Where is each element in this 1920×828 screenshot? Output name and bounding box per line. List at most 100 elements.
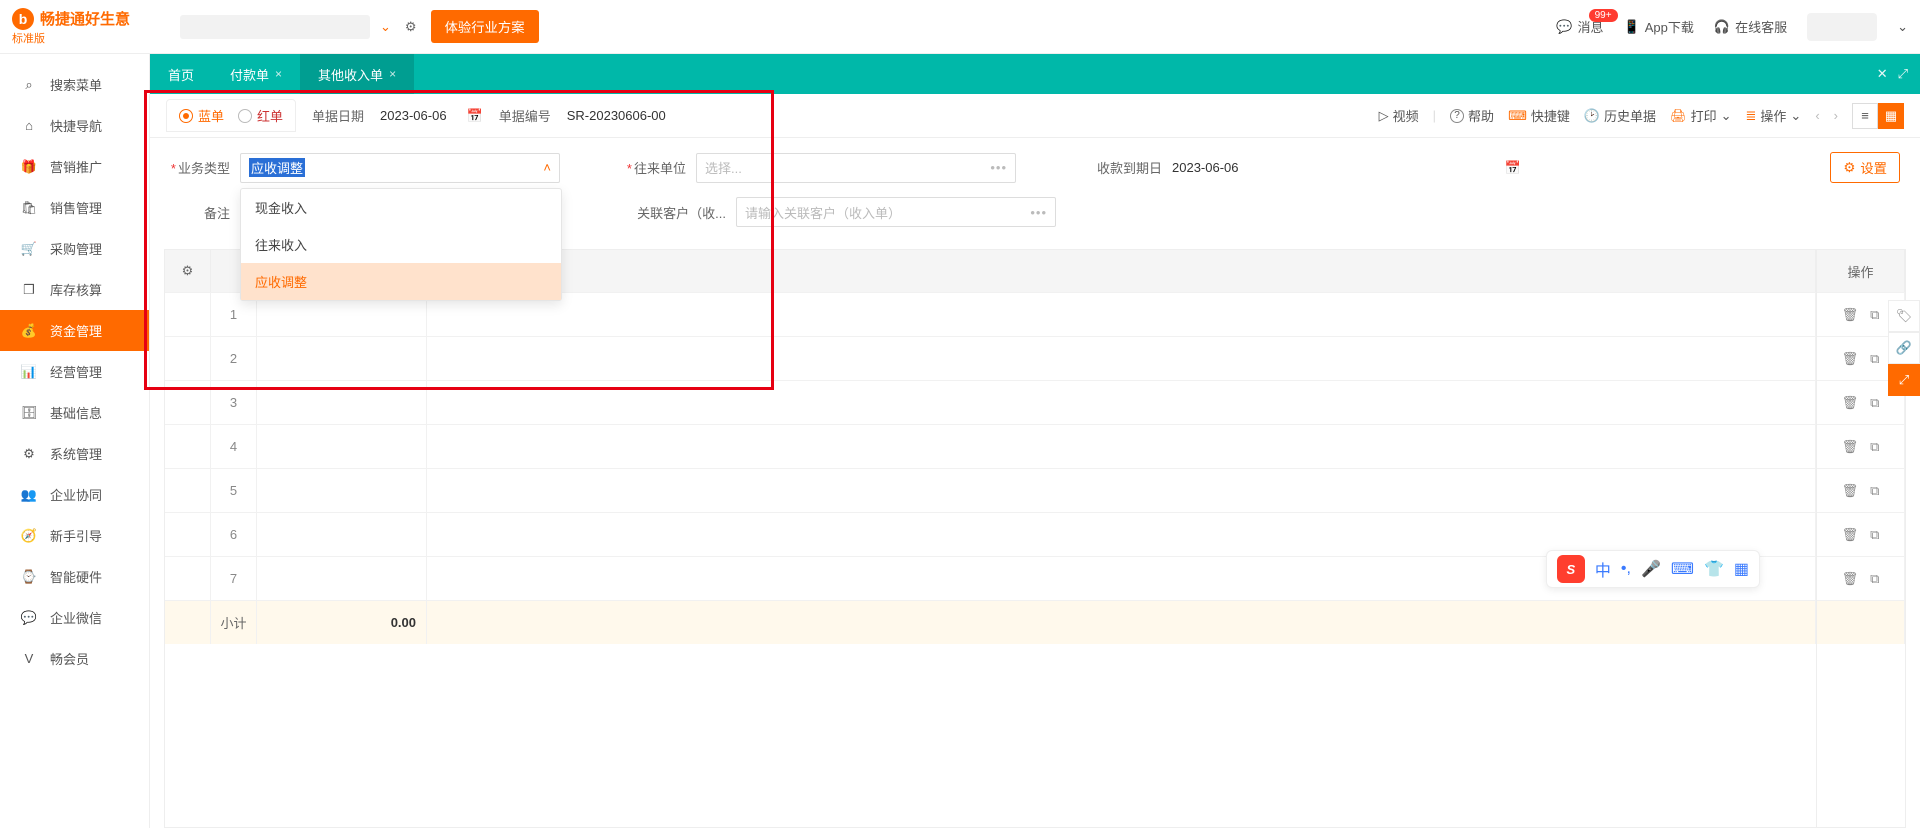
sidebar-item-label: 经营管理 (50, 362, 102, 381)
view-card-button[interactable]: ▦ (1878, 103, 1904, 129)
sidebar-item-label: 企业协同 (50, 485, 102, 504)
biz-type-value: 应收调整 (249, 158, 305, 177)
expand-icon[interactable]: ⤢ (1898, 66, 1908, 82)
table-row[interactable]: 3 (165, 380, 1816, 424)
ime-mic-icon[interactable]: 🎤 (1641, 559, 1661, 579)
copy-icon[interactable]: ⧉ (1870, 439, 1879, 455)
chevron-down-icon[interactable]: ⌄ (1897, 19, 1908, 35)
print-button[interactable]: 🖨打印⌄ (1670, 106, 1731, 125)
next-icon[interactable]: › (1834, 108, 1838, 123)
report-icon: 📊 (20, 364, 38, 380)
video-button[interactable]: ▷视频 (1379, 106, 1419, 125)
ime-lang-label[interactable]: 中 (1595, 557, 1611, 581)
copy-icon[interactable]: ⧉ (1870, 483, 1879, 499)
table-row[interactable]: 2 (165, 336, 1816, 380)
copy-icon[interactable]: ⧉ (1870, 351, 1879, 367)
wechat-icon: 💬 (20, 610, 38, 626)
close-icon[interactable]: × (389, 67, 396, 81)
industry-cta-button[interactable]: 体验行业方案 (431, 10, 539, 43)
operations-button[interactable]: ≣操作⌄ (1745, 106, 1801, 125)
rail-link-button[interactable]: 🔗 (1888, 332, 1920, 364)
dropdown-option-ar[interactable]: 往来收入 (241, 226, 561, 263)
sidebar-item-box[interactable]: ❒库存核算 (0, 269, 149, 310)
delete-icon[interactable]: 🗑 (1842, 571, 1859, 587)
sidebar-item-gear[interactable]: ⚙系统管理 (0, 433, 149, 474)
copy-icon[interactable]: ⧉ (1870, 307, 1879, 323)
rail-tag-button[interactable]: 🏷 (1888, 300, 1920, 332)
sidebar-item-search[interactable]: ⌕搜索菜单 (0, 64, 149, 105)
gear-icon[interactable]: ⚙ (405, 19, 417, 35)
ops-label: 操作 (1760, 106, 1786, 125)
sidebar-item-wechat[interactable]: 💬企业微信 (0, 597, 149, 638)
copy-icon[interactable]: ⧉ (1870, 571, 1879, 587)
ime-keyboard-icon[interactable]: ⌨ (1671, 559, 1694, 579)
copy-icon[interactable]: ⧉ (1870, 395, 1879, 411)
calendar-icon[interactable]: 📅 (1505, 160, 1521, 176)
sidebar-item-vip[interactable]: V畅会员 (0, 638, 149, 679)
delete-icon[interactable]: 🗑 (1842, 483, 1859, 499)
grid-settings-button[interactable]: ⚙ (165, 250, 211, 292)
close-icon[interactable]: ✕ (1877, 66, 1888, 82)
table-row[interactable]: 5 (165, 468, 1816, 512)
row-cell[interactable] (257, 337, 427, 380)
delete-icon[interactable]: 🗑 (1842, 527, 1859, 543)
brand-logo[interactable]: b 畅捷通好生意 标准版 (12, 8, 152, 46)
row-cell[interactable] (257, 513, 427, 556)
partner-select[interactable]: 选择... ••• (696, 153, 1016, 183)
sidebar-item-db[interactable]: 🗄基础信息 (0, 392, 149, 433)
sidebar-item-gift[interactable]: 🎁营销推广 (0, 146, 149, 187)
row-cell[interactable] (257, 425, 427, 468)
tab-2[interactable]: 其他收入单× (300, 54, 414, 94)
sidebar-item-hw[interactable]: ⌚智能硬件 (0, 556, 149, 597)
sidebar-item-home[interactable]: ⌂快捷导航 (0, 105, 149, 146)
org-selector[interactable]: ⌄ (180, 15, 391, 39)
sidebar-item-cart[interactable]: 🛒采购管理 (0, 228, 149, 269)
table-row[interactable]: 4 (165, 424, 1816, 468)
settings-button[interactable]: ⚙ 设置 (1830, 152, 1900, 183)
radio-blue[interactable]: 蓝单 (179, 106, 224, 125)
delete-icon[interactable]: 🗑 (1842, 395, 1859, 411)
biz-type-select[interactable]: 应收调整 ˄ 现金收入 往来收入 应收调整 (240, 153, 560, 183)
doc-date-value[interactable]: 2023-06-06 (380, 108, 447, 123)
sidebar-item-report[interactable]: 📊 经营管理 (0, 351, 149, 392)
form-area: *业务类型 应收调整 ˄ 现金收入 往来收入 应收调整 *往来单位 (150, 138, 1920, 249)
sidebar-item-bag[interactable]: 🛍销售管理 (0, 187, 149, 228)
dropdown-option-adjust[interactable]: 应收调整 (241, 263, 561, 300)
delete-icon[interactable]: 🗑 (1842, 351, 1859, 367)
row-cell[interactable] (257, 469, 427, 512)
ime-toolbar[interactable]: S 中 •, 🎤 ⌨ 👕 ▦ (1546, 550, 1760, 588)
row-cell[interactable] (257, 381, 427, 424)
history-button[interactable]: 🕑历史单据 (1584, 106, 1656, 125)
close-icon[interactable]: × (275, 67, 282, 81)
sidebar-item-wallet[interactable]: 💰资金管理 (0, 310, 149, 351)
rail-expand-button[interactable]: ⤢ (1888, 364, 1920, 396)
ime-grid-icon[interactable]: ▦ (1734, 559, 1749, 579)
help-button[interactable]: ?帮助 (1450, 106, 1494, 125)
delete-icon[interactable]: 🗑 (1842, 307, 1859, 323)
chevron-down-icon: ⌄ (1721, 108, 1732, 124)
shortcut-button[interactable]: ⌨快捷键 (1508, 106, 1570, 125)
calendar-icon[interactable]: 📅 (467, 108, 483, 124)
sidebar-item-guide[interactable]: 🧭新手引导 (0, 515, 149, 556)
view-list-button[interactable]: ≡ (1852, 103, 1878, 129)
radio-red[interactable]: 红单 (238, 106, 283, 125)
remark-label: 备注 (170, 203, 230, 222)
dropdown-option-cash[interactable]: 现金收入 (241, 189, 561, 226)
sidebar-item-team[interactable]: 👥企业协同 (0, 474, 149, 515)
due-date-value[interactable]: 2023-06-06 (1172, 160, 1239, 175)
history-label: 历史单据 (1604, 106, 1656, 125)
messages-button[interactable]: 💬 消息 99+ (1556, 17, 1603, 36)
prev-icon[interactable]: ‹ (1815, 108, 1819, 123)
copy-icon[interactable]: ⧉ (1870, 527, 1879, 543)
app-download-button[interactable]: 📱 App下载 (1624, 17, 1694, 36)
ime-punct-icon[interactable]: •, (1621, 560, 1631, 578)
tab-1[interactable]: 付款单× (212, 54, 300, 94)
avatar[interactable] (1807, 13, 1877, 41)
ime-skin-icon[interactable]: 👕 (1704, 559, 1724, 579)
tab-0[interactable]: 首页 (150, 54, 212, 94)
row-cell[interactable] (257, 557, 427, 600)
support-label: 在线客服 (1735, 17, 1787, 36)
support-button[interactable]: 🎧 在线客服 (1714, 17, 1787, 36)
delete-icon[interactable]: 🗑 (1842, 439, 1859, 455)
related-customer-input[interactable]: 请输入关联客户（收入单） ••• (736, 197, 1056, 227)
